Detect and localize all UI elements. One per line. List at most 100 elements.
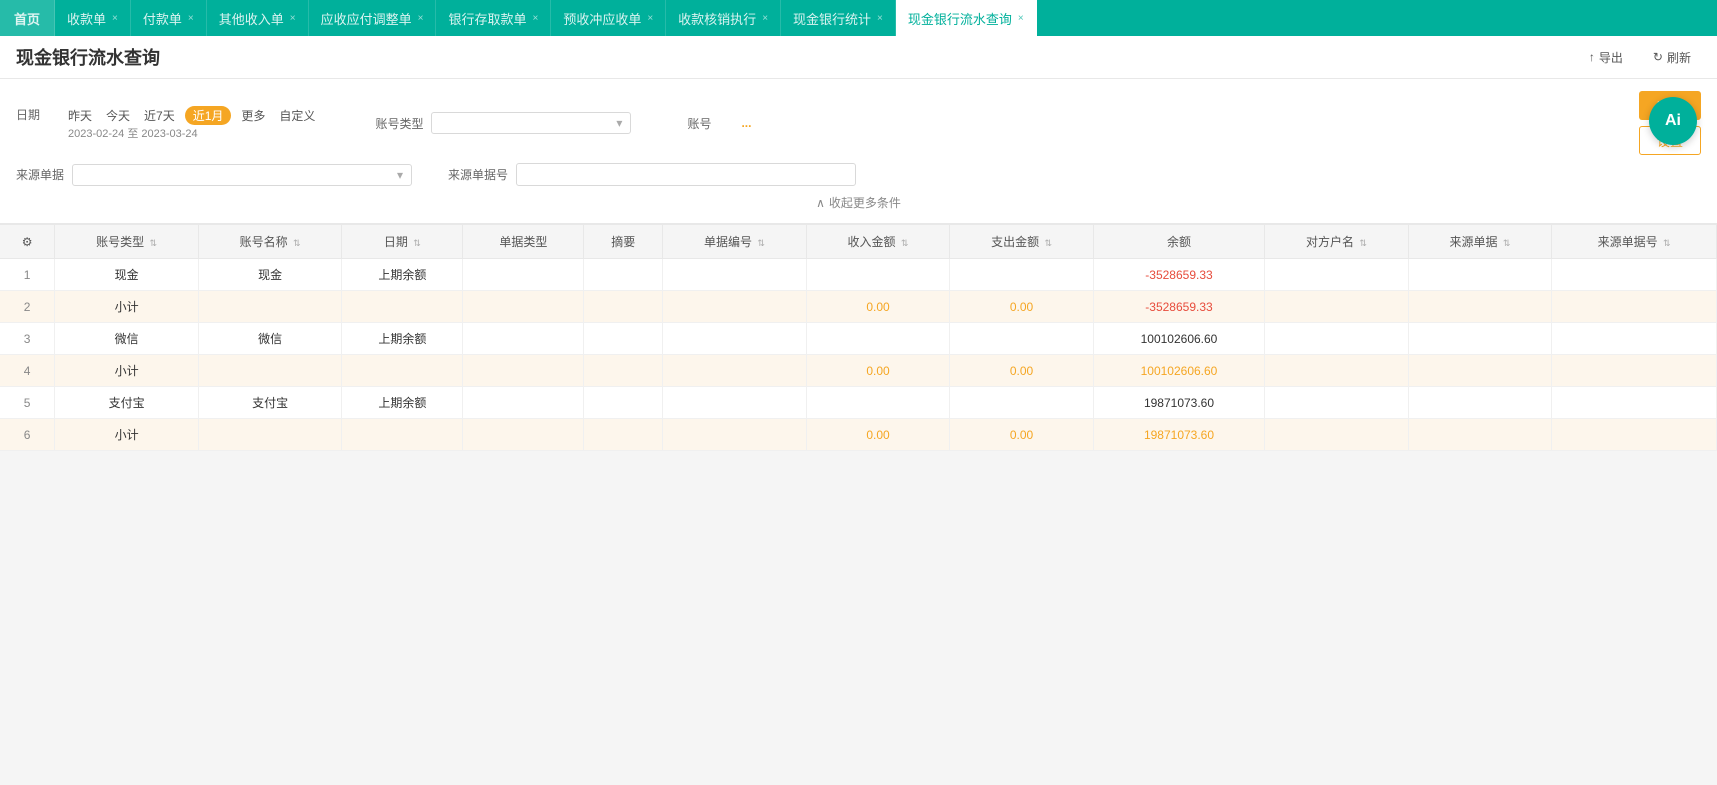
nav-tab-payments-close[interactable]: × xyxy=(188,13,194,24)
source-voucher-no-label: 来源单据号 xyxy=(448,166,508,183)
date-btn-custom[interactable]: 自定义 xyxy=(275,106,319,125)
collapse-conditions-btn[interactable]: ∧ 收起更多条件 xyxy=(16,194,1701,211)
nav-tab-bank-deposit[interactable]: 银行存取款单 × xyxy=(436,0,551,36)
filter-row-date: 日期 昨天 今天 近7天 近1月 更多 自定义 2023-02-24 至 202… xyxy=(16,91,1701,155)
date-btn-more[interactable]: 更多 xyxy=(237,106,269,125)
nav-tab-adjustment-close[interactable]: × xyxy=(418,13,424,24)
export-icon: ↑ xyxy=(1589,50,1595,64)
source-voucher-select[interactable]: ▾ xyxy=(72,164,412,186)
nav-tab-prepay[interactable]: 预收冲应收单 × xyxy=(551,0,666,36)
col-source-voucher[interactable]: 来源单据 ⇅ xyxy=(1408,225,1552,259)
nav-tab-receipts-close[interactable]: × xyxy=(112,13,118,24)
source-voucher-no-input[interactable] xyxy=(516,163,856,186)
collapse-up-icon: ∧ xyxy=(816,196,825,210)
col-balance[interactable]: 余额 xyxy=(1093,225,1264,259)
nav-tab-payments[interactable]: 付款单 × xyxy=(131,0,207,36)
account-ellipsis-button[interactable]: ... xyxy=(735,114,757,132)
cell-source-voucher-no xyxy=(1552,291,1717,323)
nav-tab-bank-deposit-close[interactable]: × xyxy=(532,13,538,24)
cell-balance: 19871073.60 xyxy=(1093,387,1264,419)
sort-icon-counterpart: ⇅ xyxy=(1359,238,1367,248)
table-row[interactable]: 6 小计 0.00 0.00 19871073.60 xyxy=(0,419,1717,451)
table-row[interactable]: 3 微信 微信 上期余额 100102606.60 xyxy=(0,323,1717,355)
cell-date: 上期余额 xyxy=(342,387,463,419)
cell-voucher-type xyxy=(463,259,584,291)
refresh-button[interactable]: ↻ 刷新 xyxy=(1643,45,1701,70)
cell-account-name xyxy=(198,355,342,387)
account-type-select[interactable]: ▾ xyxy=(431,112,631,134)
export-button[interactable]: ↑ 导出 xyxy=(1579,45,1633,70)
cell-income: 0.00 xyxy=(806,419,950,451)
cell-source-voucher xyxy=(1408,291,1552,323)
col-voucher-no[interactable]: 单据编号 ⇅ xyxy=(663,225,807,259)
cell-date xyxy=(342,355,463,387)
cell-account-type: 小计 xyxy=(55,419,199,451)
col-account-name[interactable]: 账号名称 ⇅ xyxy=(198,225,342,259)
cell-date: 上期余额 xyxy=(342,259,463,291)
cell-date: 上期余额 xyxy=(342,323,463,355)
nav-tab-bank-stats-close[interactable]: × xyxy=(877,13,883,24)
cell-balance: 100102606.60 xyxy=(1093,323,1264,355)
nav-tab-verify-close[interactable]: × xyxy=(762,13,768,24)
col-income[interactable]: 收入金额 ⇅ xyxy=(806,225,950,259)
account-label: 账号 xyxy=(687,115,727,132)
cell-source-voucher-no xyxy=(1552,259,1717,291)
cell-voucher-type xyxy=(463,355,584,387)
nav-tab-bank-flow-close[interactable]: × xyxy=(1018,13,1024,24)
col-summary[interactable]: 摘要 xyxy=(584,225,663,259)
cell-voucher-type xyxy=(463,419,584,451)
table-row[interactable]: 1 现金 现金 上期余额 -3528659.33 xyxy=(0,259,1717,291)
col-account-type[interactable]: 账号类型 ⇅ xyxy=(55,225,199,259)
table-row[interactable]: 5 支付宝 支付宝 上期余额 19871073.60 xyxy=(0,387,1717,419)
nav-tab-bank-stats[interactable]: 现金银行统计 × xyxy=(781,0,896,36)
data-table: ⚙ 账号类型 ⇅ 账号名称 ⇅ 日期 ⇅ 单据类型 摘要 xyxy=(0,224,1717,451)
date-btn-today[interactable]: 今天 xyxy=(102,106,134,125)
nav-tab-receipts[interactable]: 收款单 × xyxy=(55,0,131,36)
col-voucher-type[interactable]: 单据类型 xyxy=(463,225,584,259)
sort-icon-income: ⇅ xyxy=(901,238,909,248)
gear-icon[interactable]: ⚙ xyxy=(22,235,33,249)
nav-tab-bank-flow[interactable]: 现金银行流水查询 × xyxy=(896,0,1037,36)
cell-expense: 0.00 xyxy=(950,291,1094,323)
cell-expense xyxy=(950,259,1094,291)
cell-voucher-no xyxy=(663,259,807,291)
cell-counterpart xyxy=(1265,355,1409,387)
cell-income: 0.00 xyxy=(806,355,950,387)
cell-source-voucher-no xyxy=(1552,323,1717,355)
nav-tab-adjustment[interactable]: 应收应付调整单 × xyxy=(309,0,437,36)
nav-tab-prepay-close[interactable]: × xyxy=(647,13,653,24)
col-expense[interactable]: 支出金额 ⇅ xyxy=(950,225,1094,259)
table-header-row: ⚙ 账号类型 ⇅ 账号名称 ⇅ 日期 ⇅ 单据类型 摘要 xyxy=(0,225,1717,259)
nav-tab-other-income-close[interactable]: × xyxy=(290,13,296,24)
ai-assistant-badge[interactable]: Ai xyxy=(1649,97,1697,145)
cell-expense: 0.00 xyxy=(950,419,1094,451)
cell-balance: -3528659.33 xyxy=(1093,291,1264,323)
cell-income xyxy=(806,323,950,355)
collapse-label: 收起更多条件 xyxy=(829,194,901,211)
cell-voucher-no xyxy=(663,387,807,419)
table-row[interactable]: 4 小计 0.00 0.00 100102606.60 xyxy=(0,355,1717,387)
nav-tab-bank-stats-label: 现金银行统计 xyxy=(793,9,871,28)
nav-tab-verify-label: 收款核销执行 xyxy=(678,9,756,28)
cell-num: 1 xyxy=(0,259,55,291)
export-label: 导出 xyxy=(1599,49,1623,66)
nav-tab-other-income[interactable]: 其他收入单 × xyxy=(207,0,309,36)
cell-num: 2 xyxy=(0,291,55,323)
col-source-voucher-no[interactable]: 来源单据号 ⇅ xyxy=(1552,225,1717,259)
cell-account-type: 小计 xyxy=(55,291,199,323)
table-row[interactable]: 2 小计 0.00 0.00 -3528659.33 xyxy=(0,291,1717,323)
col-counterpart[interactable]: 对方户名 ⇅ xyxy=(1265,225,1409,259)
col-date[interactable]: 日期 ⇅ xyxy=(342,225,463,259)
cell-income: 0.00 xyxy=(806,291,950,323)
cell-summary xyxy=(584,419,663,451)
col-gear[interactable]: ⚙ xyxy=(0,225,55,259)
date-btn-7days[interactable]: 近7天 xyxy=(140,106,179,125)
cell-expense: 0.00 xyxy=(950,355,1094,387)
nav-tab-prepay-label: 预收冲应收单 xyxy=(563,9,641,28)
cell-balance: 100102606.60 xyxy=(1093,355,1264,387)
date-btn-1month[interactable]: 近1月 xyxy=(185,106,232,125)
nav-tab-verify[interactable]: 收款核销执行 × xyxy=(666,0,781,36)
nav-tab-other-income-label: 其他收入单 xyxy=(219,9,284,28)
nav-tab-home[interactable]: 首页 xyxy=(0,0,55,36)
date-btn-yesterday[interactable]: 昨天 xyxy=(64,106,96,125)
